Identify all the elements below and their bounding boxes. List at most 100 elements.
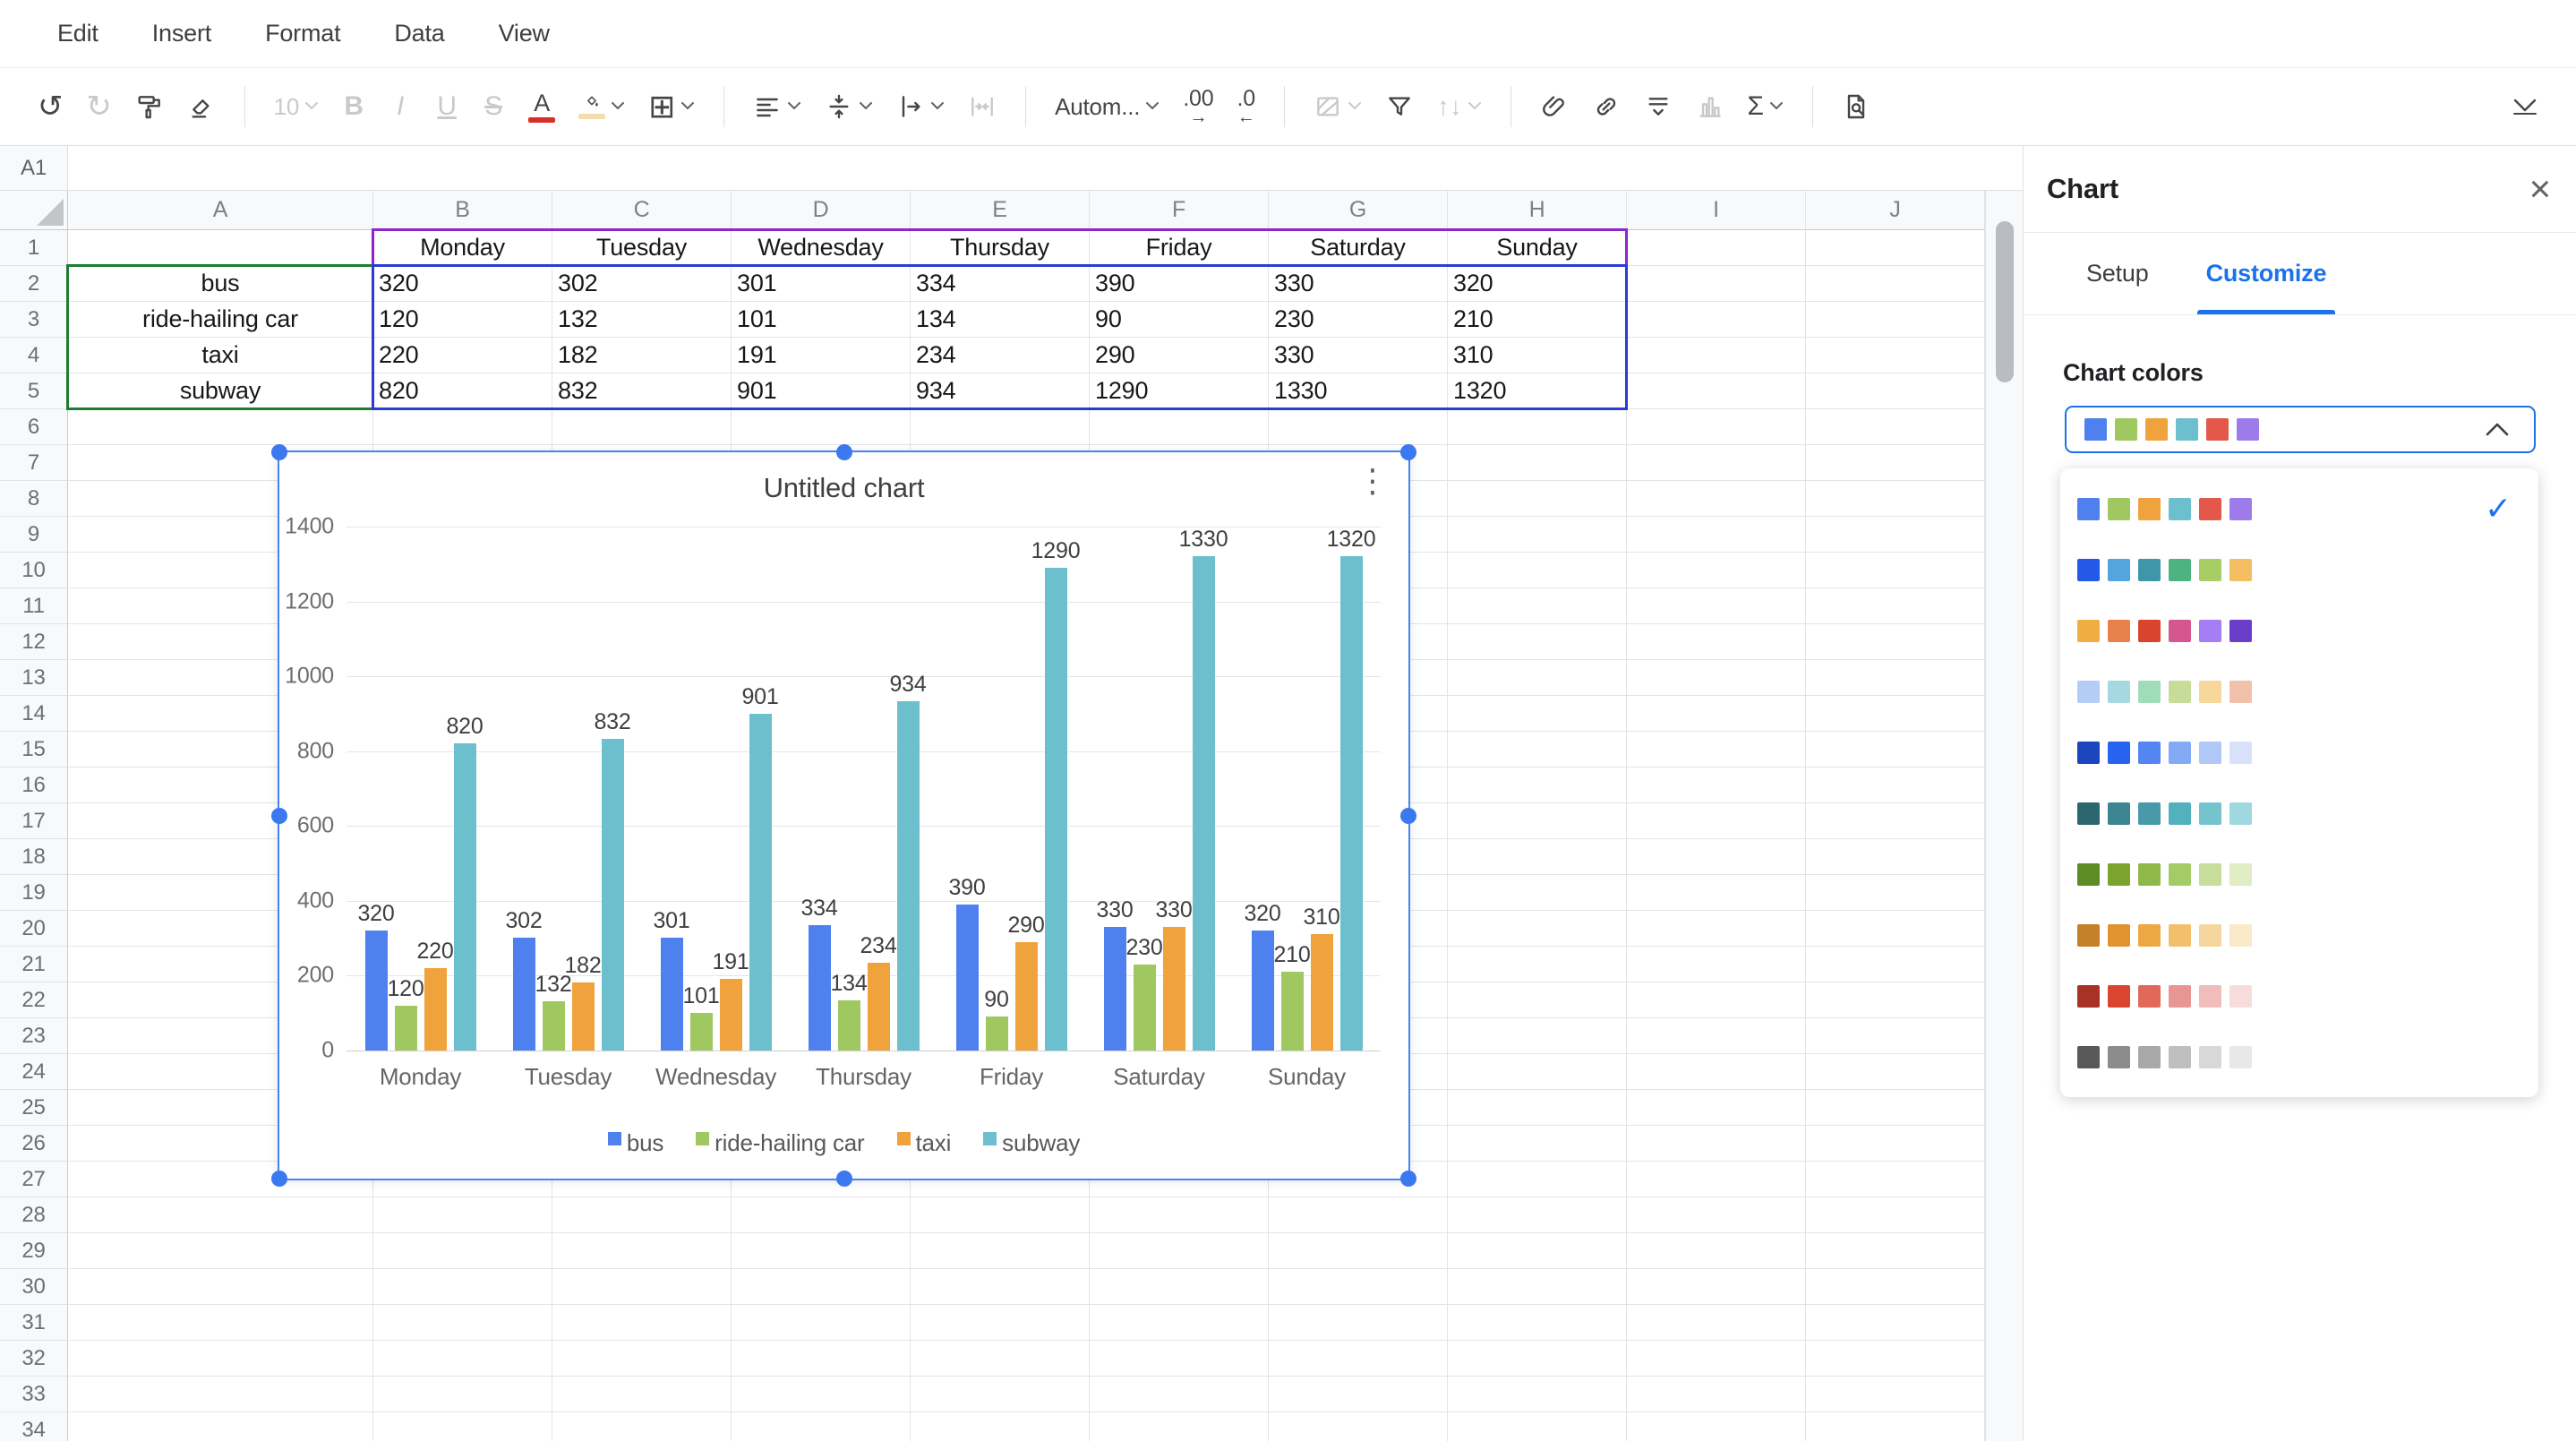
cell-J24[interactable] <box>1806 1054 1985 1090</box>
cell-I21[interactable] <box>1627 947 1806 982</box>
row-header-23[interactable]: 23 <box>0 1018 68 1054</box>
chart-object[interactable]: Untitled chart ⋮ 0 200 400 600 800 1000 1200 14… <box>271 444 1416 1187</box>
chart-colors-dropdown[interactable] <box>2065 406 2536 453</box>
cell-I24[interactable] <box>1627 1054 1806 1090</box>
cell-H2[interactable]: 320 <box>1448 266 1627 302</box>
selection-handle[interactable] <box>1400 1171 1416 1187</box>
text-color-icon[interactable]: A <box>528 90 556 123</box>
column-header-a[interactable]: A <box>68 191 373 230</box>
palette-option-2[interactable] <box>2060 539 2538 600</box>
cell-I30[interactable] <box>1627 1269 1806 1305</box>
cell-H5[interactable]: 1320 <box>1448 373 1627 409</box>
cell-J17[interactable] <box>1806 803 1985 839</box>
cell-H15[interactable] <box>1448 732 1627 768</box>
cell-H16[interactable] <box>1448 768 1627 803</box>
cell-J23[interactable] <box>1806 1018 1985 1054</box>
cell-E30[interactable] <box>911 1269 1090 1305</box>
cell-B5[interactable]: 820 <box>373 373 552 409</box>
cell-J11[interactable] <box>1806 588 1985 624</box>
chevron-down-icon[interactable] <box>930 99 945 115</box>
cell-A32[interactable] <box>68 1341 373 1377</box>
row-header-19[interactable]: 19 <box>0 875 68 911</box>
cell-D31[interactable] <box>732 1305 911 1341</box>
cell-E32[interactable] <box>911 1341 1090 1377</box>
cell-I27[interactable] <box>1627 1162 1806 1197</box>
row-header-18[interactable]: 18 <box>0 839 68 875</box>
cell-C3[interactable]: 132 <box>552 302 732 338</box>
selection-handle[interactable] <box>835 444 852 460</box>
cell-C30[interactable] <box>552 1269 732 1305</box>
cell-H30[interactable] <box>1448 1269 1627 1305</box>
cell-H20[interactable] <box>1448 911 1627 947</box>
cell-F4[interactable]: 290 <box>1090 338 1269 373</box>
cell-B28[interactable] <box>373 1197 552 1233</box>
cell-G5[interactable]: 1330 <box>1269 373 1448 409</box>
borders-icon[interactable]: ⊞ <box>648 90 695 123</box>
cell-E1[interactable]: Thursday <box>911 230 1090 266</box>
cell-I8[interactable] <box>1627 481 1806 517</box>
cell-H18[interactable] <box>1448 839 1627 875</box>
cell-H6[interactable] <box>1448 409 1627 445</box>
cell-H14[interactable] <box>1448 696 1627 732</box>
cell-J2[interactable] <box>1806 266 1985 302</box>
cell-E34[interactable] <box>911 1412 1090 1441</box>
cell-C32[interactable] <box>552 1341 732 1377</box>
cell-H28[interactable] <box>1448 1197 1627 1233</box>
column-header-b[interactable]: B <box>373 191 552 230</box>
cell-I29[interactable] <box>1627 1233 1806 1269</box>
cell-C29[interactable] <box>552 1233 732 1269</box>
column-header-g[interactable]: G <box>1269 191 1448 230</box>
cell-H33[interactable] <box>1448 1377 1627 1412</box>
cell-I5[interactable] <box>1627 373 1806 409</box>
row-header-17[interactable]: 17 <box>0 803 68 839</box>
cell-G1[interactable]: Saturday <box>1269 230 1448 266</box>
selection-handle[interactable] <box>1400 444 1416 460</box>
cell-I23[interactable] <box>1627 1018 1806 1054</box>
cell-B31[interactable] <box>373 1305 552 1341</box>
row-header-3[interactable]: 3 <box>0 302 68 338</box>
selection-handle[interactable] <box>271 807 287 824</box>
cell-J10[interactable] <box>1806 553 1985 588</box>
palette-option-4[interactable] <box>2060 661 2538 722</box>
cell-J8[interactable] <box>1806 481 1985 517</box>
cell-A5[interactable]: subway <box>68 373 373 409</box>
name-box[interactable]: A1 <box>0 146 68 190</box>
cell-H1[interactable]: Sunday <box>1448 230 1627 266</box>
cell-I26[interactable] <box>1627 1126 1806 1162</box>
tab-customize[interactable]: Customize <box>2196 233 2336 314</box>
cell-H9[interactable] <box>1448 517 1627 553</box>
menu-item-view[interactable]: View <box>499 20 550 47</box>
cell-G31[interactable] <box>1269 1305 1448 1341</box>
cell-I22[interactable] <box>1627 982 1806 1018</box>
cell-J12[interactable] <box>1806 624 1985 660</box>
cell-G30[interactable] <box>1269 1269 1448 1305</box>
row-header-30[interactable]: 30 <box>0 1269 68 1305</box>
cell-J34[interactable] <box>1806 1412 1985 1441</box>
text-wrap-icon[interactable] <box>896 92 945 121</box>
cell-J21[interactable] <box>1806 947 1985 982</box>
cell-I13[interactable] <box>1627 660 1806 696</box>
cell-J20[interactable] <box>1806 911 1985 947</box>
cell-F5[interactable]: 1290 <box>1090 373 1269 409</box>
cell-A33[interactable] <box>68 1377 373 1412</box>
row-header-13[interactable]: 13 <box>0 660 68 696</box>
cell-H3[interactable]: 210 <box>1448 302 1627 338</box>
filter-icon[interactable] <box>1385 92 1414 121</box>
cell-E6[interactable] <box>911 409 1090 445</box>
cell-I10[interactable] <box>1627 553 1806 588</box>
cell-H27[interactable] <box>1448 1162 1627 1197</box>
cell-J33[interactable] <box>1806 1377 1985 1412</box>
cell-E4[interactable]: 234 <box>911 338 1090 373</box>
chart-menu-icon[interactable]: ⋮ <box>1356 465 1389 497</box>
palette-option-5[interactable] <box>2060 722 2538 783</box>
cell-F28[interactable] <box>1090 1197 1269 1233</box>
cell-E3[interactable]: 134 <box>911 302 1090 338</box>
sum-icon[interactable]: Σ <box>1748 93 1784 120</box>
cell-B3[interactable]: 120 <box>373 302 552 338</box>
cell-F3[interactable]: 90 <box>1090 302 1269 338</box>
row-header-27[interactable]: 27 <box>0 1162 68 1197</box>
undo-icon[interactable]: ↺ <box>38 91 63 122</box>
selection-handle[interactable] <box>271 1171 287 1187</box>
cell-G6[interactable] <box>1269 409 1448 445</box>
cell-J5[interactable] <box>1806 373 1985 409</box>
